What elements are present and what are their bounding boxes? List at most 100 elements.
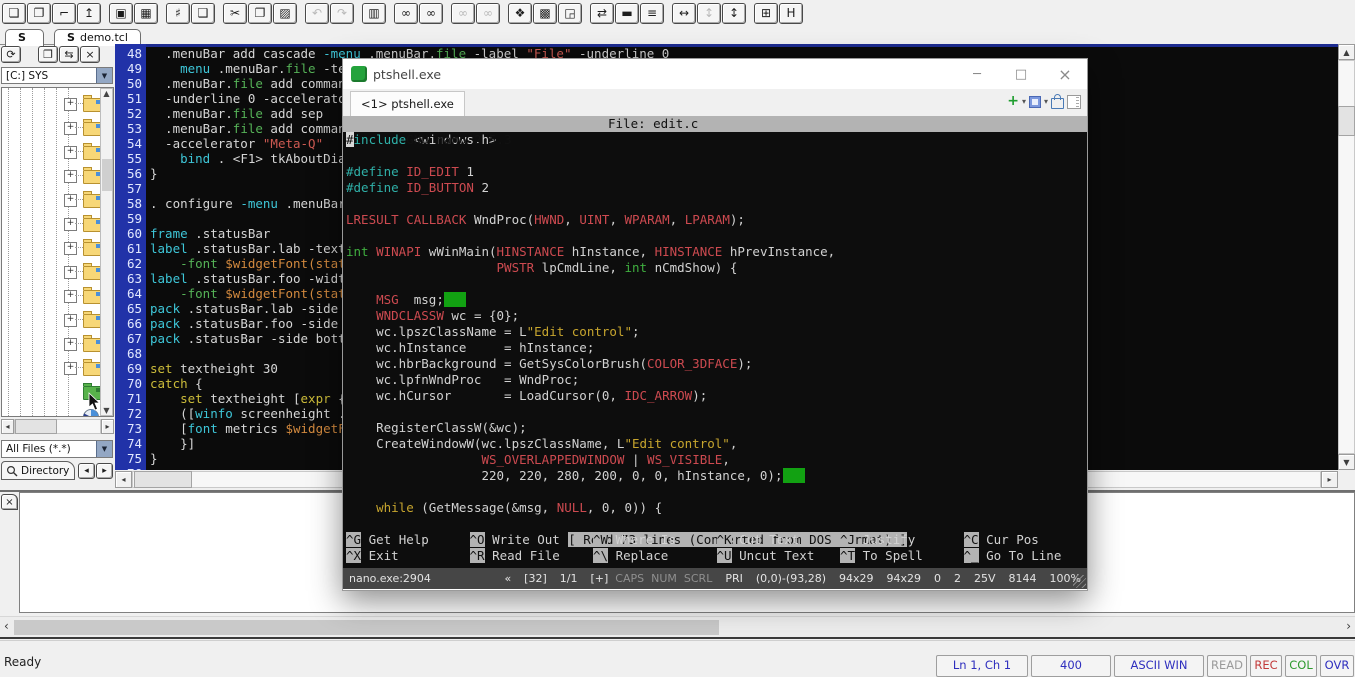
nano-shortcut[interactable]: ^X Exit — [346, 548, 470, 564]
expand-plus-icon[interactable]: + — [64, 170, 77, 183]
scroll-thumb[interactable] — [14, 620, 719, 635]
minimize-button[interactable]: ─ — [955, 59, 999, 89]
scroll-thumb[interactable] — [134, 471, 192, 488]
main-hscrollbar[interactable]: ‹ › — [0, 616, 1355, 638]
scroll-left-icon[interactable]: ◂ — [115, 471, 132, 488]
nano-shortcut[interactable]: ^W Where Is — [593, 532, 717, 548]
dialog-window-button[interactable]: ⊞ — [754, 2, 778, 24]
refresh-tree-button[interactable]: ⟳ — [1, 46, 21, 63]
conemu-titlebar[interactable]: ptshell.exe ─ □ × — [343, 59, 1087, 89]
console-panel-icon[interactable] — [1067, 94, 1081, 109]
copy-button[interactable]: ❐ — [248, 2, 272, 24]
cut-button[interactable]: ✂ — [223, 2, 247, 24]
expand-vertical-x-button[interactable]: ↕ — [722, 2, 746, 24]
file-filter-selector[interactable]: All Files (*.*) ▼ — [1, 440, 113, 458]
copy-formatted-button[interactable]: ▩ — [533, 2, 557, 24]
tree-row[interactable]: + — [2, 94, 113, 116]
new-console-icon[interactable]: + — [1007, 94, 1019, 108]
nano-shortcut[interactable]: ^G Get Help — [346, 532, 470, 548]
save-all-button[interactable]: ▦ — [134, 2, 158, 24]
open-file-button[interactable]: ❐ — [27, 2, 51, 24]
scroll-thumb[interactable] — [102, 159, 112, 191]
nano-terminal[interactable]: GNU nano 2.5.3 File: edit.c #include <wi… — [343, 116, 1087, 568]
new-file-button[interactable]: ❏ — [2, 2, 26, 24]
scroll-thumb[interactable] — [1338, 106, 1355, 136]
export-button[interactable]: ◲ — [558, 2, 582, 24]
resize-grip-icon[interactable] — [1073, 575, 1086, 588]
tab-scroll-right-button[interactable]: ▸ — [96, 463, 113, 479]
folder-up-button[interactable]: ↥ — [77, 2, 101, 24]
expand-plus-icon[interactable]: + — [64, 146, 77, 159]
expand-plus-icon[interactable]: + — [64, 266, 77, 279]
copy-path-button[interactable]: ❐ — [38, 46, 58, 63]
chevron-down-icon[interactable]: ▾ — [1022, 97, 1026, 106]
lock-icon[interactable] — [1051, 94, 1064, 109]
tree-row[interactable]: + — [2, 166, 113, 188]
scroll-right-icon[interactable]: ▸ — [101, 419, 114, 434]
scroll-up-icon[interactable]: ▲ — [1338, 44, 1355, 60]
tree-row[interactable]: + — [2, 286, 113, 308]
expand-plus-icon[interactable]: + — [64, 218, 77, 231]
close-panel-button[interactable]: × — [1, 494, 18, 510]
collapse-horizontal-button[interactable]: ↔ — [672, 2, 696, 24]
find-replace-button[interactable]: ∞ — [419, 2, 443, 24]
save-button[interactable]: ▣ — [109, 2, 133, 24]
scroll-up-icon[interactable]: ▲ — [101, 89, 112, 102]
list-markers-button[interactable]: ≡ — [640, 2, 664, 24]
tab-untitled[interactable]: S — [5, 28, 44, 46]
nano-shortcut[interactable]: ^K Cut Text — [716, 532, 841, 548]
scroll-thumb[interactable] — [15, 419, 57, 434]
conemu-window[interactable]: ptshell.exe ─ □ × <1> ptshell.exe + ▾ ▾ … — [342, 58, 1088, 591]
tree-row[interactable]: + — [2, 334, 113, 356]
open-session-button[interactable]: ⌐ — [52, 2, 76, 24]
directory-tree[interactable]: + + + + + + + + + + + + ▲ ▼ — [1, 87, 114, 417]
tree-row[interactable]: + — [2, 238, 113, 260]
paste-button[interactable]: ▨ — [273, 2, 297, 24]
tree-vscrollbar[interactable]: ▲ ▼ — [100, 88, 113, 416]
tree-row[interactable]: + — [2, 214, 113, 236]
print-preview-button[interactable]: ❑ — [191, 2, 215, 24]
drive-selector[interactable]: [C:] SYS ▼ — [1, 67, 113, 84]
tab-scroll-left-button[interactable]: ◂ — [78, 463, 95, 479]
scroll-down-icon[interactable]: ▼ — [101, 406, 112, 415]
nano-shortcut[interactable]: ^R Read File — [469, 548, 594, 564]
expand-plus-icon[interactable]: + — [64, 290, 77, 303]
format-brush-button[interactable]: ▬ — [615, 2, 639, 24]
directory-tab[interactable]: Directory — [1, 461, 75, 480]
scroll-left-icon[interactable]: ◂ — [1, 419, 14, 434]
nano-shortcut[interactable]: ^U Uncut Text — [716, 548, 841, 564]
tree-row[interactable]: + — [2, 262, 113, 284]
buffer-icon[interactable] — [1028, 95, 1041, 108]
expand-plus-icon[interactable]: + — [64, 314, 77, 327]
expand-plus-icon[interactable]: + — [64, 338, 77, 351]
scroll-down-icon[interactable]: ▼ — [1338, 454, 1355, 470]
console-tab[interactable]: <1> ptshell.exe — [350, 91, 465, 116]
nano-shortcut[interactable]: ^_ Go To Line — [963, 548, 1088, 564]
chevron-down-icon[interactable]: ▼ — [96, 441, 112, 457]
nano-shortcut[interactable]: ^O Write Out — [469, 532, 594, 548]
close-panel-button[interactable]: × — [80, 46, 100, 63]
editor-vscrollbar[interactable]: ▲ ▼ — [1338, 44, 1355, 470]
tree-row[interactable]: + — [2, 118, 113, 140]
chevron-down-icon[interactable]: ▼ — [96, 68, 112, 83]
print-setup-button[interactable]: ♯ — [166, 2, 190, 24]
new-window-button[interactable]: ❖ — [508, 2, 532, 24]
nano-shortcut[interactable]: ^J Justify — [840, 532, 964, 548]
expand-plus-icon[interactable]: + — [64, 362, 77, 375]
maximize-button[interactable]: □ — [999, 59, 1043, 89]
help-button[interactable]: H — [779, 2, 803, 24]
tree-row[interactable]: + — [2, 310, 113, 332]
expand-plus-icon[interactable]: + — [64, 194, 77, 207]
nano-shortcut[interactable]: ^\ Replace — [593, 548, 717, 564]
toggle-columns-button[interactable]: ▥ — [362, 2, 386, 24]
nano-shortcut[interactable]: ^T To Spell — [840, 548, 964, 564]
expand-plus-icon[interactable]: + — [64, 122, 77, 135]
tab-demo-tcl[interactable]: Sdemo.tcl — [54, 28, 141, 46]
tree-hscrollbar[interactable]: ◂ ▸ — [1, 419, 114, 434]
tree-row[interactable]: + — [2, 142, 113, 164]
expand-plus-icon[interactable]: + — [64, 242, 77, 255]
tree-row[interactable]: + — [2, 190, 113, 212]
scroll-left-icon[interactable]: ‹ — [4, 619, 9, 633]
scroll-right-icon[interactable]: › — [1346, 619, 1351, 633]
find-button[interactable]: ∞ — [394, 2, 418, 24]
